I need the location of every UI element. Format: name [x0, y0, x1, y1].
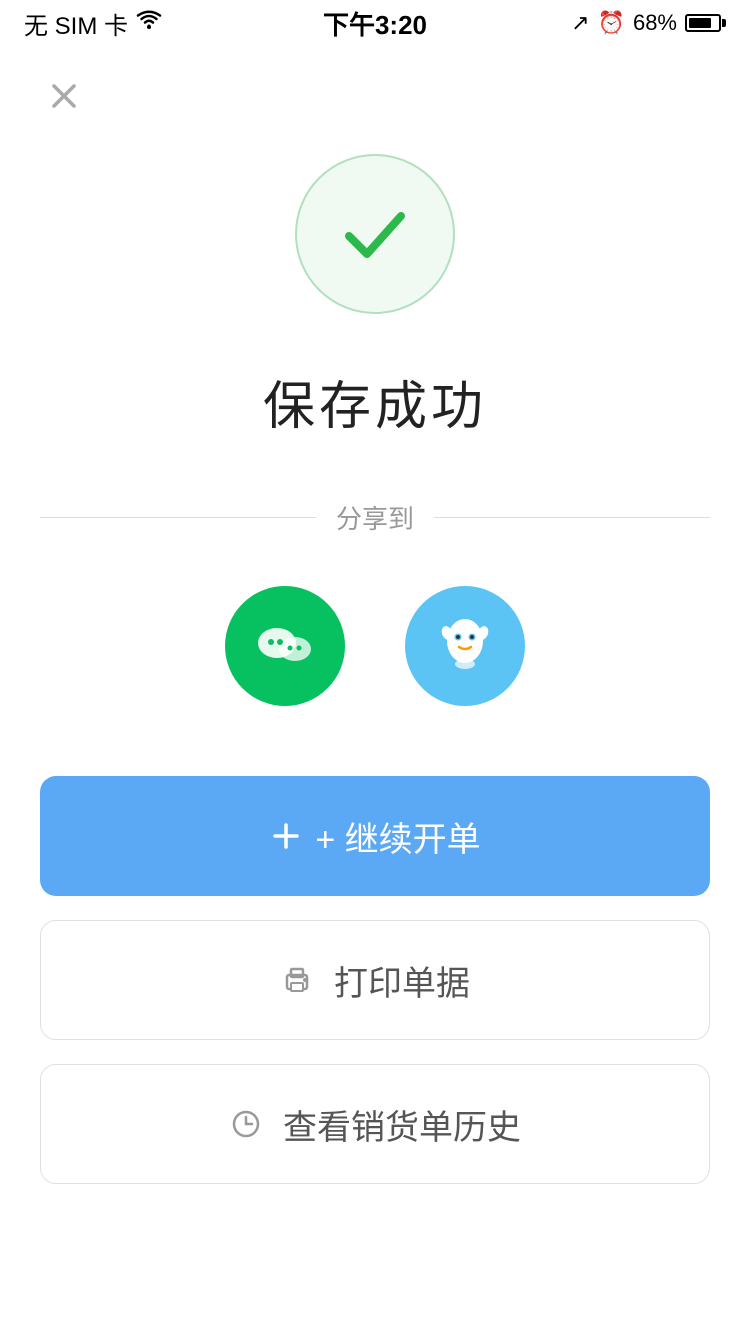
status-bar: 无 SIM 卡 下午3:20 ↗ ⏰ 68%	[0, 0, 750, 44]
success-title: 保存成功	[263, 364, 487, 439]
success-icon-circle	[295, 154, 455, 314]
print-button[interactable]: 打印单据	[40, 920, 710, 1040]
battery-icon	[685, 14, 726, 32]
status-time: 下午3:20	[323, 5, 427, 42]
main-content: 保存成功 分享到	[0, 44, 750, 1334]
continue-label: + 继续开单	[315, 812, 480, 861]
actions-container: + 继续开单 打印单据 查看销货单历史	[40, 776, 710, 1184]
no-sim-text: 无 SIM 卡	[24, 6, 128, 41]
print-icon	[280, 963, 314, 997]
battery-percent: 68%	[633, 10, 677, 36]
history-icon	[229, 1107, 263, 1141]
share-wechat-button[interactable]	[225, 586, 345, 706]
divider-line-right	[434, 517, 710, 518]
share-icons	[225, 586, 525, 706]
wechat-icon	[250, 611, 320, 681]
status-left: 无 SIM 卡	[24, 6, 162, 41]
close-button[interactable]	[40, 72, 88, 120]
print-label: 打印单据	[334, 956, 470, 1005]
share-divider: 分享到	[40, 499, 710, 536]
location-icon: ↗	[571, 10, 589, 36]
share-label: 分享到	[336, 499, 414, 536]
status-right: ↗ ⏰ 68%	[571, 10, 726, 36]
wifi-icon	[136, 9, 162, 37]
share-qq-button[interactable]	[405, 586, 525, 706]
divider-line-left	[40, 517, 316, 518]
history-button[interactable]: 查看销货单历史	[40, 1064, 710, 1184]
history-label: 查看销货单历史	[283, 1100, 521, 1149]
checkmark-icon	[335, 194, 415, 274]
alarm-icon: ⏰	[598, 10, 625, 36]
qq-icon	[430, 611, 500, 681]
plus-icon	[269, 819, 303, 853]
continue-button[interactable]: + 继续开单	[40, 776, 710, 896]
